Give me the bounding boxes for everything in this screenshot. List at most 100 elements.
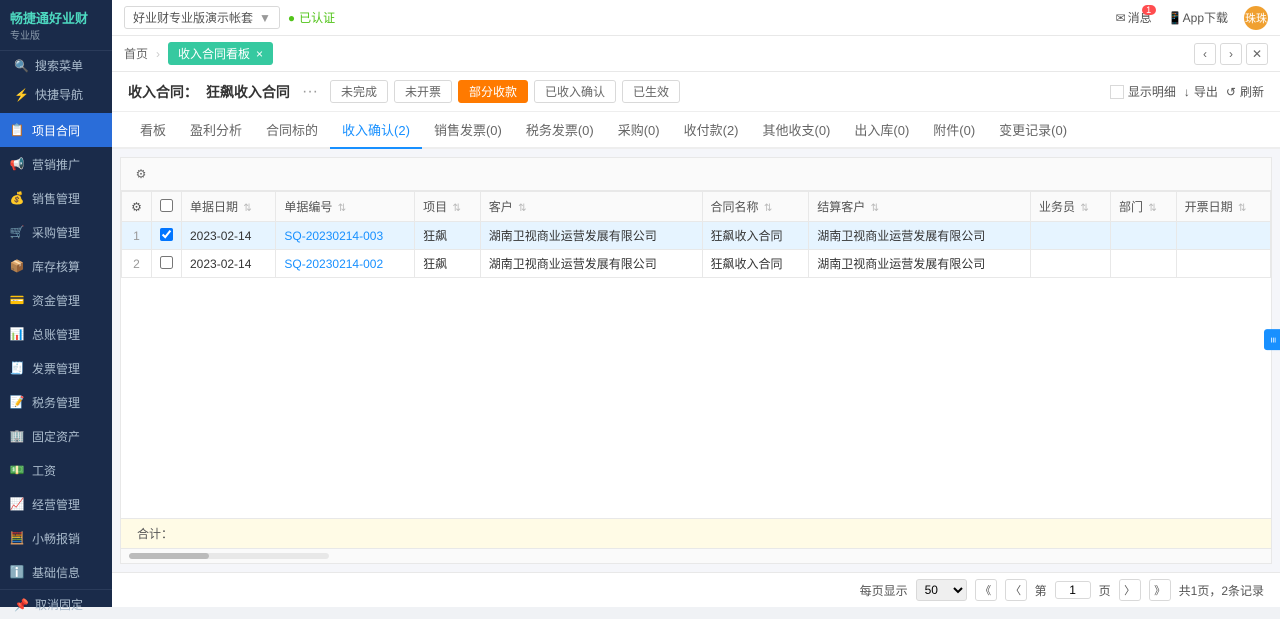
sidebar-item-销售管理[interactable]: 💰 销售管理 [0,181,112,215]
th-customer[interactable]: 客户 ⇅ [480,192,702,222]
content: 收入合同： 狂飙收入合同 ··· 未完成未开票部分收款已收入确认已生效 显示明细… [112,72,1280,607]
per-page-select[interactable]: 50 20 100 [916,579,967,601]
show-details-action[interactable]: 显示明细 [1110,83,1176,100]
table-row[interactable]: 2 2023-02-14 SQ-20230214-002 狂飙 湖南卫视商业运营… [122,250,1271,278]
sub-tab-4[interactable]: 销售发票(0) [422,112,514,147]
page-number-input[interactable] [1055,581,1091,599]
table-toolbar: ⚙ [121,158,1271,191]
sidebar-item-库存核算[interactable]: 📦 库存核算 [0,249,112,283]
status-buttons: 未完成未开票部分收款已收入确认已生效 [330,80,680,103]
cell-order-1[interactable]: SQ-20230214-002 [276,250,415,278]
sidebar-item-项目合同[interactable]: 📋 项目合同 [0,113,112,147]
next-page-btn[interactable]: 〉 [1119,579,1141,601]
sidebar-item-资金管理[interactable]: 💳 资金管理 [0,283,112,317]
sidebar-label-10: 工资 [32,462,56,479]
sidebar-item-采购管理[interactable]: 🛒 采购管理 [0,215,112,249]
sidebar-search[interactable]: 🔍 搜索菜单 [0,51,112,80]
order-link-1[interactable]: SQ-20230214-002 [284,257,383,271]
sidebar-item-工资[interactable]: 💵 工资 [0,453,112,487]
sidebar-item-固定资产[interactable]: 🏢 固定资产 [0,419,112,453]
th-order-no[interactable]: 单据编号 ⇅ [276,192,415,222]
sidebar-item-基础信息[interactable]: ℹ️ 基础信息 [0,555,112,589]
sidebar-bottom-pin[interactable]: 📌 取消固定 [0,589,112,619]
more-options-btn[interactable]: ··· [302,83,318,101]
scroll-area[interactable] [121,548,1271,563]
status-btn-0[interactable]: 未完成 [330,80,388,103]
row-checkbox-1[interactable] [160,256,173,269]
user-avatar[interactable]: 珠珠 [1244,6,1268,30]
app-download-action[interactable]: 📱 App下载 [1168,9,1228,26]
sidebar-item-营销推广[interactable]: 📢 营销推广 [0,147,112,181]
sort-icon-invoice: ⇅ [1238,203,1246,214]
settings-gear-icon[interactable]: ⚙ [129,162,153,186]
cell-dept-0 [1110,222,1176,250]
sub-tab-11[interactable]: 变更记录(0) [987,112,1079,147]
th-billing-customer[interactable]: 结算客户 ⇅ [809,192,1031,222]
status-btn-4[interactable]: 已生效 [622,80,680,103]
status-btn-3[interactable]: 已收入确认 [534,80,616,103]
refresh-action[interactable]: ↺ 刷新 [1226,83,1264,100]
scroll-thumb[interactable] [129,553,209,559]
message-action[interactable]: ✉ 1 消息 [1116,9,1152,26]
table-body: 1 2023-02-14 SQ-20230214-003 狂飙 湖南卫视商业运营… [122,222,1271,278]
sub-tab-3[interactable]: 收入确认(2) [330,112,422,147]
sub-tab-1[interactable]: 盈利分析 [178,112,254,147]
logo-main: 畅捷通好业财 [10,8,102,27]
th-project[interactable]: 项目 ⇅ [415,192,481,222]
sidebar-item-经营管理[interactable]: 📈 经营管理 [0,487,112,521]
sort-icon-order: ⇅ [338,203,346,214]
th-invoice-date[interactable]: 开票日期 ⇅ [1176,192,1270,222]
select-all-checkbox[interactable] [160,199,173,212]
th-department[interactable]: 部门 ⇅ [1110,192,1176,222]
sub-tab-5[interactable]: 税务发票(0) [514,112,606,147]
first-page-btn[interactable]: 《 [975,579,997,601]
scroll-track[interactable] [129,553,329,559]
sub-tab-6[interactable]: 采购(0) [606,112,672,147]
right-quick-access[interactable]: ≡ [1264,329,1280,351]
sidebar-item-总账管理[interactable]: 📊 总账管理 [0,317,112,351]
sub-tab-8[interactable]: 其他收支(0) [751,112,843,147]
tab-prev-btn[interactable]: ‹ [1194,43,1216,65]
sub-tab-10[interactable]: 附件(0) [921,112,987,147]
cell-project-0: 狂飙 [415,222,481,250]
sub-tab-9[interactable]: 出入库(0) [842,112,921,147]
status-btn-2[interactable]: 部分收款 [458,80,528,103]
status-btn-1[interactable]: 未开票 [394,80,452,103]
tabbar: 首页 › 收入合同看板 × ‹ › ✕ [112,36,1280,72]
sidebar-item-发票管理[interactable]: 🧾 发票管理 [0,351,112,385]
app-download-label: App下载 [1183,9,1228,26]
content-wrapper: 收入合同： 狂飙收入合同 ··· 未完成未开票部分收款已收入确认已生效 显示明细… [112,72,1280,607]
tab-next-btn[interactable]: › [1220,43,1242,65]
row-checkbox-0[interactable] [160,228,173,241]
tab-close-all-btn[interactable]: ✕ [1246,43,1268,65]
sub-tab-0[interactable]: 看板 [128,112,178,147]
cell-order-0[interactable]: SQ-20230214-003 [276,222,415,250]
export-action[interactable]: ↓ 导出 [1184,83,1218,100]
sidebar-label-5: 资金管理 [32,292,80,309]
th-date[interactable]: 单据日期 ⇅ [182,192,276,222]
sub-tab-2[interactable]: 合同标的 [254,112,330,147]
last-page-btn[interactable]: 》 [1149,579,1171,601]
breadcrumb-sep: › [156,47,160,61]
tab-close-icon[interactable]: × [256,47,263,61]
sidebar-item-税务管理[interactable]: 📝 税务管理 [0,385,112,419]
order-link-0[interactable]: SQ-20230214-003 [284,229,383,243]
page-title: 收入合同： 狂飙收入合同 [128,82,290,102]
cell-checkbox-0[interactable] [152,222,182,250]
sidebar-quick-nav[interactable]: ⚡ 快捷导航 [0,80,112,109]
table-row[interactable]: 1 2023-02-14 SQ-20230214-003 狂飙 湖南卫视商业运营… [122,222,1271,250]
sidebar-item-小畅报销[interactable]: 🧮 小畅报销 [0,521,112,555]
export-icon: ↓ [1184,85,1190,99]
active-tab[interactable]: 收入合同看板 × [168,42,273,65]
page-prefix-label: 第 [1035,582,1047,599]
company-selector[interactable]: 好业财专业版演示帐套 ▼ [124,6,280,29]
prev-page-btn[interactable]: 〈 [1005,579,1027,601]
sub-tab-7[interactable]: 收付款(2) [672,112,751,147]
breadcrumb-home[interactable]: 首页 [124,45,148,62]
th-contract[interactable]: 合同名称 ⇅ [702,192,809,222]
show-details-checkbox[interactable] [1110,85,1124,99]
logo-sub: 专业版 [10,27,102,42]
th-salesperson[interactable]: 业务员 ⇅ [1031,192,1111,222]
cell-checkbox-1[interactable] [152,250,182,278]
quick-nav-label: 快捷导航 [35,86,83,103]
